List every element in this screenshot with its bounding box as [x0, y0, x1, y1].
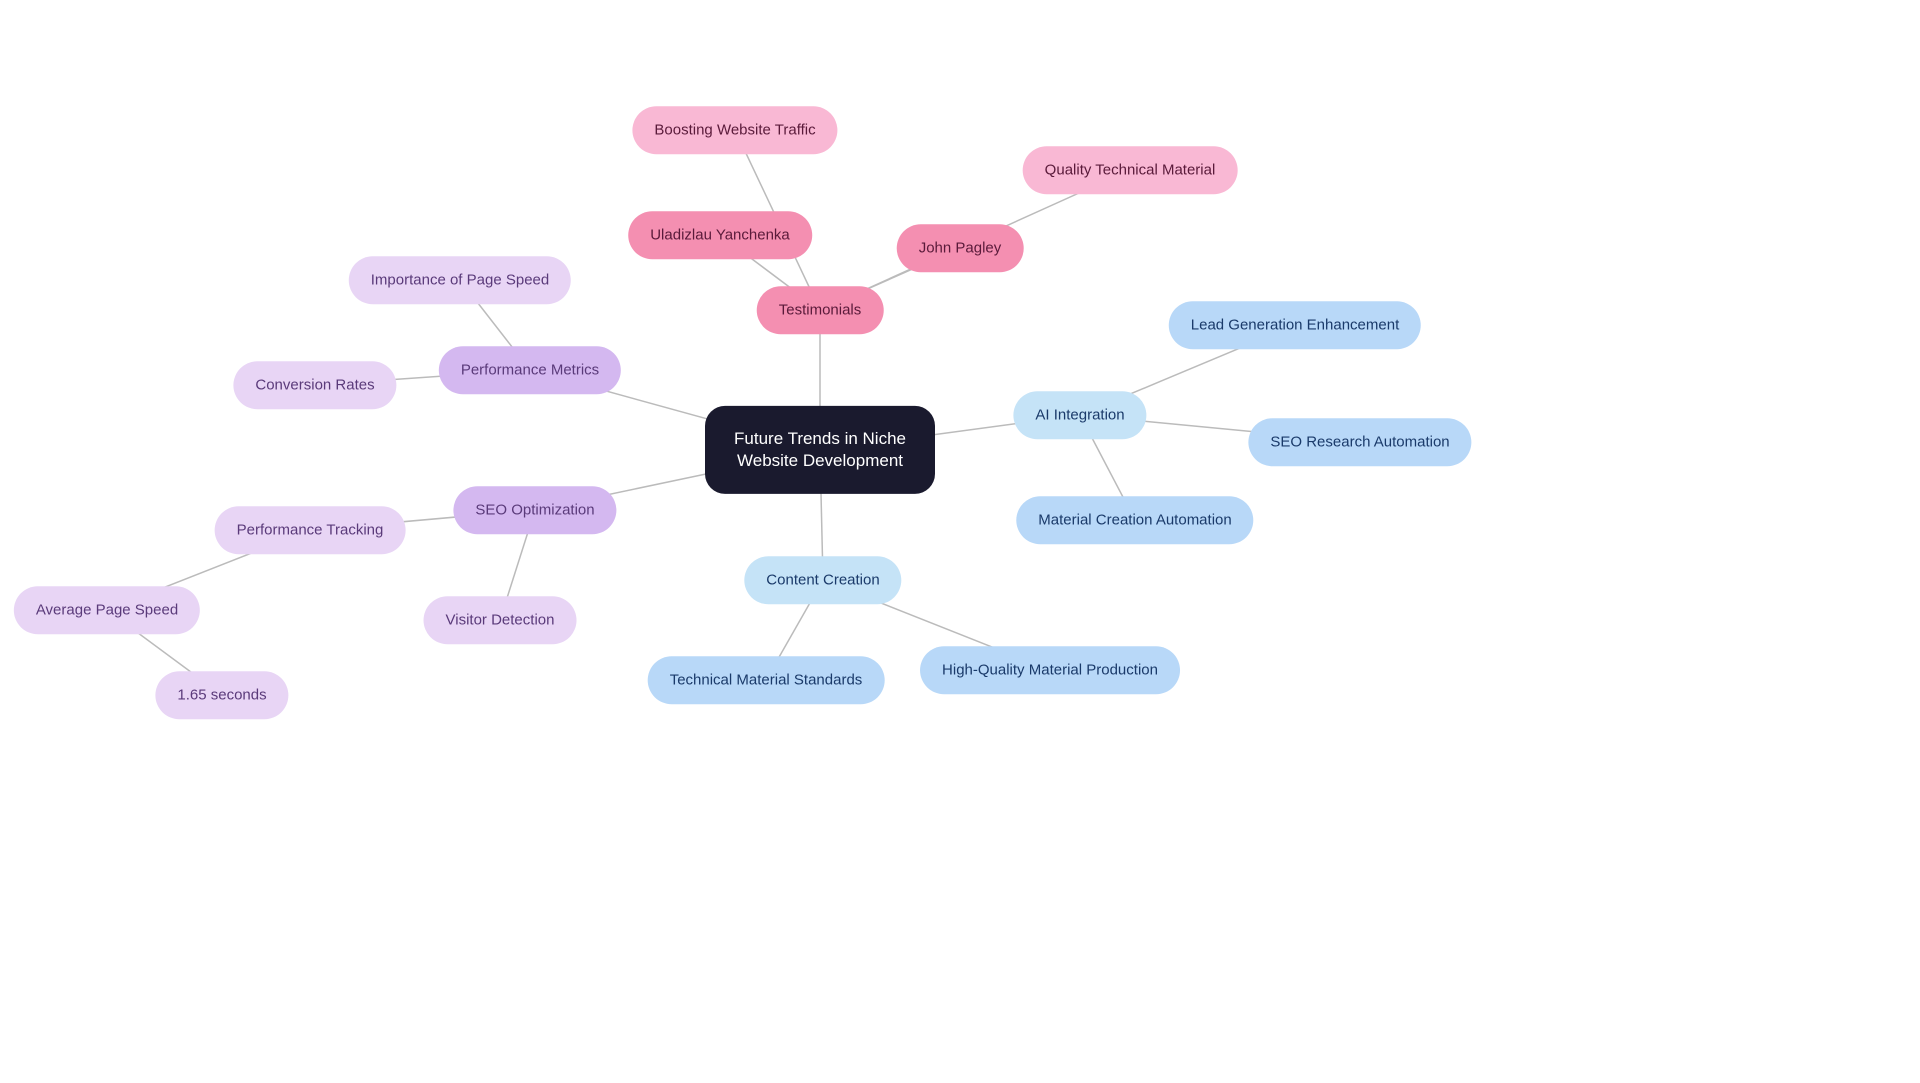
node-lead_gen[interactable]: Lead Generation Enhancement	[1169, 301, 1421, 349]
node-seconds[interactable]: 1.65 seconds	[155, 671, 288, 719]
node-quality[interactable]: Quality Technical Material	[1023, 146, 1238, 194]
node-uladizlau[interactable]: Uladizlau Yanchenka	[628, 211, 812, 259]
mindmap-canvas: Future Trends in Niche Website Developme…	[0, 0, 1920, 1083]
node-material_auto[interactable]: Material Creation Automation	[1016, 496, 1253, 544]
node-hq_material[interactable]: High-Quality Material Production	[920, 646, 1180, 694]
node-tech_material[interactable]: Technical Material Standards	[648, 656, 885, 704]
node-center[interactable]: Future Trends in Niche Website Developme…	[705, 406, 935, 494]
node-seo_opt[interactable]: SEO Optimization	[453, 486, 616, 534]
node-avg_speed[interactable]: Average Page Speed	[14, 586, 200, 634]
node-conversion[interactable]: Conversion Rates	[233, 361, 396, 409]
node-ai_integration[interactable]: AI Integration	[1013, 391, 1146, 439]
node-page_speed[interactable]: Importance of Page Speed	[349, 256, 571, 304]
node-perf_tracking[interactable]: Performance Tracking	[215, 506, 406, 554]
node-content[interactable]: Content Creation	[744, 556, 901, 604]
node-visitor[interactable]: Visitor Detection	[424, 596, 577, 644]
node-john[interactable]: John Pagley	[897, 224, 1024, 272]
node-boosting[interactable]: Boosting Website Traffic	[632, 106, 837, 154]
node-performance_metrics[interactable]: Performance Metrics	[439, 346, 621, 394]
node-testimonials[interactable]: Testimonials	[757, 286, 884, 334]
node-seo_research[interactable]: SEO Research Automation	[1248, 418, 1471, 466]
